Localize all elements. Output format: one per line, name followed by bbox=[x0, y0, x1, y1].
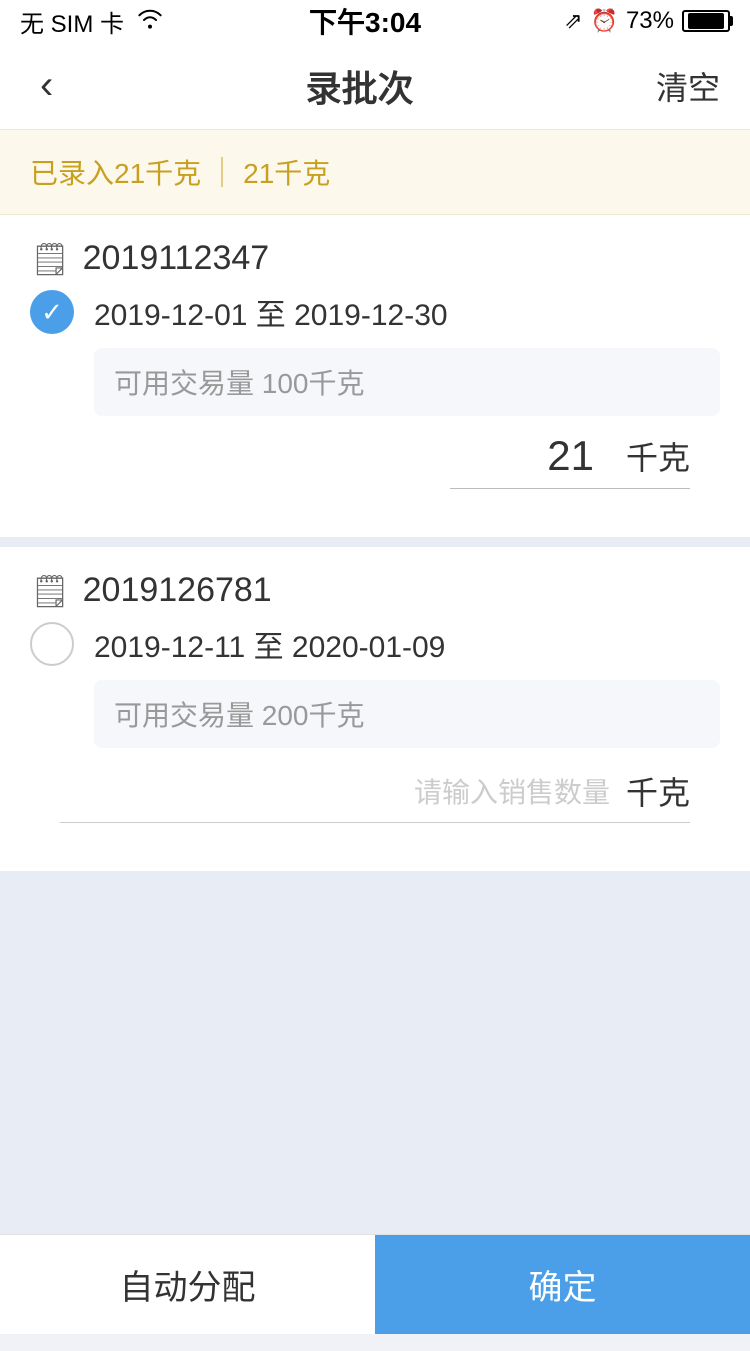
batch-icon-2: 🗒 bbox=[30, 572, 71, 610]
battery-icon bbox=[682, 10, 730, 32]
batch-id-2: 2019126781 bbox=[83, 571, 272, 610]
radio-unchecked-2[interactable] bbox=[30, 622, 74, 666]
quantity-underline-1 bbox=[450, 488, 690, 489]
quantity-unit-1: 千克 bbox=[626, 433, 690, 479]
location-icon: ⇗ bbox=[564, 8, 582, 34]
batch-volume-1: 可用交易量 100千克 bbox=[94, 348, 720, 416]
batch-date-1: 2019-12-01 至 2019-12-30 bbox=[94, 290, 448, 334]
input-unit-2: 千克 bbox=[626, 768, 690, 814]
status-time: 下午3:04 bbox=[309, 1, 421, 41]
bottom-bar: 自动分配 确定 bbox=[0, 1234, 750, 1334]
radio-checked-1[interactable]: ✓ bbox=[30, 290, 74, 334]
clear-button[interactable]: 清空 bbox=[656, 63, 720, 109]
info-banner: 已录入21千克 21千克 bbox=[0, 130, 750, 215]
batch-date-row-1: ✓ 2019-12-01 至 2019-12-30 bbox=[30, 290, 720, 334]
battery-percent: 73% bbox=[626, 7, 674, 35]
nav-bar: ‹ 录批次 清空 bbox=[0, 42, 750, 130]
quantity-wrapper-1: 21 千克 bbox=[30, 416, 720, 513]
input-placeholder-2[interactable]: 请输入销售数量 bbox=[414, 771, 610, 811]
info-divider bbox=[221, 157, 223, 187]
batch-volume-2: 可用交易量 200千克 bbox=[94, 680, 720, 748]
page-title: 录批次 bbox=[306, 60, 414, 112]
batch-item-1: 🗒 2019112347 ✓ 2019-12-01 至 2019-12-30 可… bbox=[0, 215, 750, 537]
total-label: 21千克 bbox=[243, 152, 330, 192]
quantity-value-1[interactable]: 21 bbox=[547, 432, 594, 480]
filler-area bbox=[0, 871, 750, 1251]
batch-header-2: 🗒 2019126781 bbox=[30, 571, 720, 610]
status-left: 无 SIM 卡 bbox=[20, 4, 166, 39]
sim-label: 无 SIM 卡 bbox=[20, 4, 124, 39]
recorded-label: 已录入21千克 bbox=[30, 152, 201, 192]
section-separator bbox=[0, 537, 750, 547]
batch-icon-1: 🗒 bbox=[30, 240, 71, 278]
batch-date-2: 2019-12-11 至 2020-01-09 bbox=[94, 622, 445, 666]
input-row-2: 请输入销售数量 千克 bbox=[30, 748, 720, 822]
back-button[interactable]: ‹ bbox=[30, 53, 63, 118]
quantity-line-1: 21 千克 bbox=[547, 432, 690, 480]
status-right: ⇗ ⏰ 73% bbox=[564, 7, 730, 35]
input-underline-2 bbox=[60, 822, 690, 823]
batch-date-row-2: 2019-12-11 至 2020-01-09 bbox=[30, 622, 720, 666]
wifi-icon bbox=[134, 7, 166, 36]
batch-id-1: 2019112347 bbox=[83, 239, 270, 278]
auto-distribute-button[interactable]: 自动分配 bbox=[0, 1235, 375, 1334]
batch-header-1: 🗒 2019112347 bbox=[30, 239, 720, 278]
batch-item-2: 🗒 2019126781 2019-12-11 至 2020-01-09 可用交… bbox=[0, 547, 750, 871]
confirm-button[interactable]: 确定 bbox=[375, 1235, 750, 1334]
check-icon-1: ✓ bbox=[41, 297, 63, 328]
alarm-icon: ⏰ bbox=[591, 8, 618, 34]
status-bar: 无 SIM 卡 下午3:04 ⇗ ⏰ 73% bbox=[0, 0, 750, 42]
input-container-2: 请输入销售数量 千克 bbox=[30, 748, 720, 847]
